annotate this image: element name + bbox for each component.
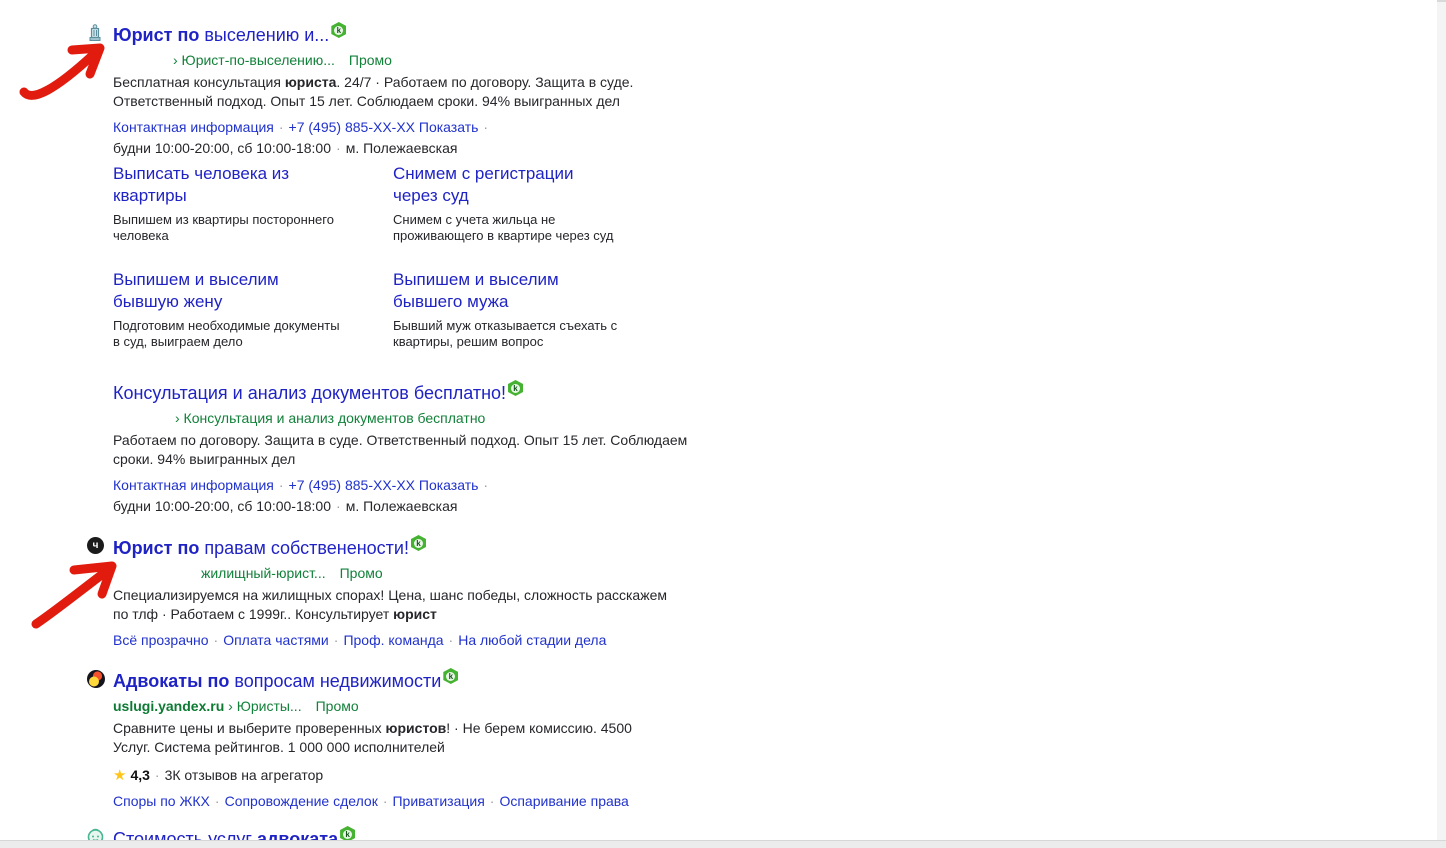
result-title-link[interactable]: Юрист по правам собственености! [113,538,409,558]
vertical-scrollbar[interactable] [1437,0,1446,848]
search-sub-result: Консультация и анализ документов бесплат… [113,380,753,515]
sitelink-description: Бывший муж отказывается съехать с кварти… [393,318,618,349]
rating-reviews-text: 3К отзывов на агрегатор [164,767,324,783]
quick-link[interactable]: Приватизация [392,793,484,809]
quick-links-row: Всё прозрачно · Оплата частями · Проф. коман… [113,632,607,648]
result-description: Работаем по договору. Защита в суде. Отв… [113,432,688,467]
search-result-ad-2: ч Юрист по правам собственености! k жилищ… [87,535,753,649]
sitelink-item: Выпишем и выселим бывшего мужа Бывший му… [393,269,673,350]
breadcrumb-domain-link[interactable]: uslugi.yandex.ru [113,698,224,714]
sitelink-description: Выпишем из квартиры постороннего человек… [113,212,334,243]
search-result-ad-1: Юрист по выселению и... k › Юрист-по-высе… [89,22,713,157]
breadcrumb-path-link[interactable]: жилищный-юрист... [201,565,326,581]
sitelink-item: Выписать человека из квартиры Выпишем из… [113,163,393,244]
sitelink-description: Снимем с учета жильца не проживающего в … [393,212,614,243]
breadcrumb: › Юрист-по-выселению... Промо [113,52,713,68]
metro-station: м. Полежаевская [345,140,458,156]
result-description: Сравните цены и выберите проверенных юри… [113,720,632,755]
contact-info-link[interactable]: Контактная информация [113,477,274,493]
result-title-link[interactable]: Адвокаты по вопросам недвижимости [113,671,441,691]
quick-link[interactable]: Оспаривание права [499,793,628,809]
sitelink-title-link[interactable]: Снимем с регистрации через суд [393,163,615,207]
quick-link[interactable]: Проф. команда [343,632,443,648]
sitelinks-grid: Выписать человека из квартиры Выпишем из… [113,163,693,350]
contact-line: Контактная информация · +7 (495) 885-XX-XX… [113,119,489,135]
hours-line: будни 10:00-20:00, сб 10:00-18:00 · м. Пол… [113,140,458,156]
result-title-link[interactable]: Юрист по выселению и... [113,25,329,45]
search-results-page: Юрист по выселению и... k › Юрист-по-высе… [0,0,1446,848]
phone-show-link[interactable]: +7 (495) 885-XX-XX Показать [289,119,479,135]
working-hours: будни 10:00-20:00, сб 10:00-18:00 [113,140,332,156]
quick-link[interactable]: На любой стадии дела [458,632,606,648]
breadcrumb: › Консультация и анализ документов беспл… [113,410,753,426]
metro-station: м. Полежаевская [345,498,458,514]
promo-label: Промо [339,565,383,581]
monument-favicon-icon [87,24,105,42]
promo-label: Промо [315,698,359,714]
sitelink-description: Подготовим необходимые документы в суд, … [113,318,340,349]
breadcrumb-path-link[interactable]: › Юрист-по-выселению... [173,52,335,68]
search-result-ad-3: Адвокаты по вопросам недвижимости k uslug… [87,668,753,810]
vertical-scrollbar-thumb[interactable] [1437,0,1446,2]
sitelink-title-link[interactable]: Выписать человека из квартиры [113,163,335,207]
breadcrumb: uslugi.yandex.ru › Юристы... Промо [113,698,753,714]
ad-k-badge-icon: k [508,380,524,396]
quick-link[interactable]: Споры по ЖКХ [113,793,210,809]
ad-k-badge-icon: k [443,668,459,684]
quick-link[interactable]: Сопровождение сделок [225,793,378,809]
result-description: Бесплатная консультация юриста. 24/7 · Р… [113,74,634,109]
quick-links-row: Споры по ЖКХ · Сопровождение сделок · Приват… [113,793,629,809]
sitelink-title-link[interactable]: Выпишем и выселим бывшую жену [113,269,335,313]
hours-line: будни 10:00-20:00, сб 10:00-18:00 · м. Пол… [113,498,458,514]
breadcrumb-path-link[interactable]: › Юристы... [224,698,301,714]
breadcrumb: жилищный-юрист... Промо [113,565,753,581]
letter-ch-favicon-icon: ч [87,537,105,555]
promo-label: Промо [348,52,392,68]
breadcrumb-path-link[interactable]: › Консультация и анализ документов беспл… [175,410,485,426]
contact-line: Контактная информация · +7 (495) 885-XX-XX… [113,477,489,493]
quick-link[interactable]: Всё прозрачно [113,632,209,648]
sub-result-title-link[interactable]: Консультация и анализ документов бесплат… [113,383,506,403]
sitelink-item: Снимем с регистрации через суд Снимем с … [393,163,673,244]
sitelink-title-link[interactable]: Выпишем и выселим бывшего мужа [393,269,615,313]
phone-show-link[interactable]: +7 (495) 885-XX-XX Показать [289,477,479,493]
working-hours: будни 10:00-20:00, сб 10:00-18:00 [113,498,332,514]
contact-info-link[interactable]: Контактная информация [113,119,274,135]
star-icon: ★ [113,767,127,784]
hand-drawn-arrow-1 [19,43,105,100]
ad-k-badge-icon: k [410,535,426,551]
quick-link[interactable]: Оплата частями [223,632,329,648]
ad-k-badge-icon: k [331,22,347,38]
hand-drawn-arrow-2 [31,561,117,629]
result-description: Специализируемся на жилищных спорах! Цен… [113,587,667,622]
rating-value: 4,3 [130,767,150,783]
rating-line: ★ 4,3 · 3К отзывов на агрегатор [113,767,324,784]
yandex-uslugi-favicon-icon [87,670,105,688]
sitelink-item: Выпишем и выселим бывшую жену Подготовим… [113,269,393,350]
horizontal-scrollbar[interactable] [0,840,1446,848]
